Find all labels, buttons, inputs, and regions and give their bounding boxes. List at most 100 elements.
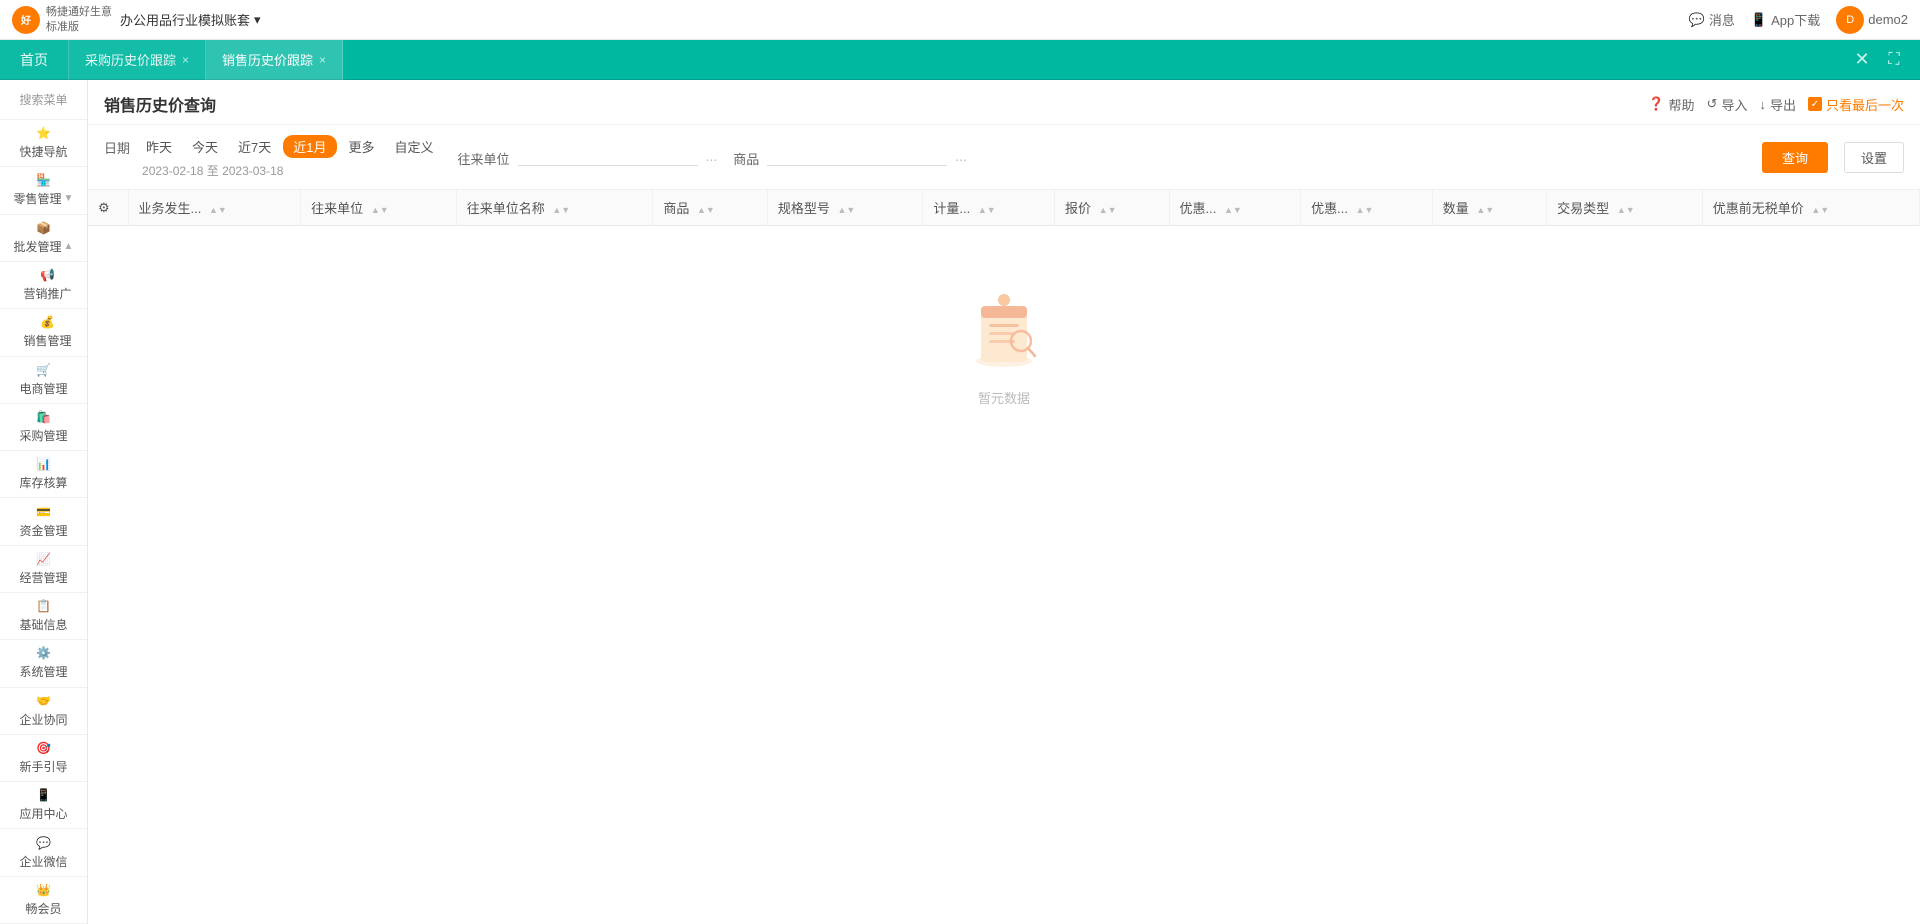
date-options-group: 昨天 今天 近7天 近1月 更多 自定义 2023-02-18 至 2023-0… [138, 135, 442, 179]
goods-input-group: ... [767, 146, 967, 166]
sidebar-item-operations[interactable]: 📈 经营管理 [0, 546, 87, 593]
topbar-left: 好 畅捷通好生意 标准版 办公用品行业模拟账套 ▾ [12, 5, 261, 34]
goods-input[interactable] [767, 146, 947, 166]
retail-icon: 🏪 [36, 173, 51, 187]
content-area: 销售历史价查询 ❓ 帮助 ↺ 导入 ↓ 导出 ✓ 只看最后一次 [88, 80, 1920, 924]
user-area[interactable]: D demo2 [1836, 6, 1908, 34]
import-icon: ↺ [1707, 96, 1718, 112]
th-spec[interactable]: 规格型号 ▲▼ [767, 190, 923, 226]
partner-input-group: ... [518, 146, 718, 166]
tab-home-label: 首页 [20, 50, 48, 70]
sidebar-item-newbie[interactable]: 🎯 新手引导 [0, 735, 87, 782]
app-download-btn[interactable]: 📱 App下载 [1751, 10, 1820, 29]
only-last-checkbox[interactable]: ✓ 只看最后一次 [1808, 95, 1904, 114]
close-window-btn[interactable]: ✕ [1848, 46, 1876, 74]
th-goods[interactable]: 商品 ▲▼ [653, 190, 767, 226]
th-trade-type[interactable]: 交易类型 ▲▼ [1547, 190, 1703, 226]
sales-icon: 💰 [40, 315, 55, 329]
date-opt-last1m[interactable]: 近1月 [283, 135, 336, 158]
partner-more-btn[interactable]: ... [706, 148, 718, 164]
th-unit[interactable]: 计量... ▲▼ [923, 190, 1055, 226]
main-layout: 搜索菜单 ⭐ 快捷导航 🏪 零售管理 ▼ 📦 批发管理 ▲ 📢 营销推广 💰 [0, 80, 1920, 924]
import-btn[interactable]: ↺ 导入 [1707, 95, 1748, 114]
th-discount2[interactable]: 优惠... ▲▼ [1301, 190, 1433, 226]
th-goods-label: 商品 [663, 201, 689, 216]
sort-arrows-discount2: ▲▼ [1356, 205, 1374, 215]
query-button[interactable]: 查询 [1762, 142, 1828, 173]
date-filter-group: 日期 昨天 今天 近7天 近1月 更多 自定义 2023-02-18 至 202… [104, 135, 442, 179]
th-partner-name[interactable]: 往来单位名称 ▲▼ [456, 190, 653, 226]
basic-icon: 📋 [36, 599, 51, 613]
message-btn[interactable]: 💬 消息 [1689, 10, 1735, 29]
th-discount1-label: 优惠... [1180, 201, 1217, 216]
th-qty-label: 数量 [1443, 201, 1469, 216]
tab-purchase-history-label: 采购历史价跟踪 [85, 50, 176, 69]
sidebar-item-purchase[interactable]: 🛍️ 采购管理 [0, 404, 87, 451]
sidebar-item-apps[interactable]: 📱 应用中心 [0, 782, 87, 829]
empty-state: 暂元数据 [88, 226, 1920, 467]
page-header: 销售历史价查询 ❓ 帮助 ↺ 导入 ↓ 导出 ✓ 只看最后一次 [88, 80, 1920, 125]
th-spec-label: 规格型号 [778, 201, 830, 216]
wholesale-icon: 📦 [36, 221, 51, 235]
sort-arrows-biz-date: ▲▼ [209, 205, 227, 215]
date-opt-last7[interactable]: 近7天 [230, 135, 279, 158]
export-btn[interactable]: ↓ 导出 [1759, 95, 1796, 114]
th-qty[interactable]: 数量 ▲▼ [1432, 190, 1546, 226]
date-label: 日期 [104, 135, 130, 157]
sidebar-item-system[interactable]: ⚙️ 系统管理 [0, 640, 87, 687]
sidebar-item-wechat[interactable]: 💬 企业微信 [0, 829, 87, 876]
sidebar: 搜索菜单 ⭐ 快捷导航 🏪 零售管理 ▼ 📦 批发管理 ▲ 📢 营销推广 💰 [0, 80, 88, 924]
settings-btn-wrapper: 设置 [1844, 142, 1904, 173]
sort-arrows-trade-type: ▲▼ [1617, 205, 1635, 215]
no-data-illustration [959, 286, 1049, 376]
vip-icon: 👑 [36, 883, 51, 897]
maximize-btn[interactable]: ⛶ [1880, 46, 1908, 74]
sidebar-item-sales[interactable]: 💰 销售管理 [0, 309, 87, 356]
th-discount1[interactable]: 优惠... ▲▼ [1169, 190, 1301, 226]
date-opt-yesterday[interactable]: 昨天 [138, 135, 180, 158]
date-opt-more[interactable]: 更多 [341, 135, 383, 158]
sidebar-item-retail[interactable]: 🏪 零售管理 ▼ [0, 167, 87, 214]
partner-input[interactable] [518, 146, 698, 166]
sidebar-item-ecommerce[interactable]: 🛒 电商管理 [0, 357, 87, 404]
table-gear-icon[interactable]: ⚙ [98, 200, 110, 215]
tab-purchase-history[interactable]: 采购历史价跟踪 × [69, 40, 206, 80]
sidebar-item-shortcuts[interactable]: ⭐ 快捷导航 [0, 120, 87, 167]
sort-arrows-quote: ▲▼ [1099, 205, 1117, 215]
sort-arrows-discount1: ▲▼ [1224, 205, 1242, 215]
tab-purchase-history-close[interactable]: × [182, 53, 189, 67]
logo-icon: 好 [12, 6, 40, 34]
export-icon: ↓ [1759, 97, 1766, 112]
th-pretax-price[interactable]: 优惠前无税单价 ▲▼ [1702, 190, 1919, 226]
sidebar-item-inventory[interactable]: 📊 库存核算 [0, 451, 87, 498]
search-menu-label: 搜索菜单 [19, 91, 67, 108]
tab-home[interactable]: 首页 [0, 40, 69, 80]
th-partner-code[interactable]: 往来单位 ▲▼ [301, 190, 457, 226]
app-selector[interactable]: 办公用品行业模拟账套 ▾ [120, 10, 261, 29]
sidebar-item-search[interactable]: 搜索菜单 [0, 80, 87, 120]
tab-sales-history-close[interactable]: × [319, 53, 326, 67]
date-opt-today[interactable]: 今天 [184, 135, 226, 158]
page-title: 销售历史价查询 [104, 92, 216, 116]
sidebar-item-basic[interactable]: 📋 基础信息 [0, 593, 87, 640]
th-quote[interactable]: 报价 ▲▼ [1055, 190, 1169, 226]
filter-right-actions: 查询 [1762, 142, 1828, 173]
sidebar-item-wholesale[interactable]: 📦 批发管理 ▲ [0, 215, 87, 262]
tab-sales-history[interactable]: 销售历史价跟踪 × [206, 40, 343, 80]
settings-button[interactable]: 设置 [1844, 142, 1904, 173]
help-btn[interactable]: ❓ 帮助 [1648, 95, 1694, 114]
chevron-down-icon: ▾ [254, 12, 261, 28]
sidebar-item-vip[interactable]: 👑 畅会员 [0, 877, 87, 924]
th-gear[interactable]: ⚙ [88, 190, 128, 226]
ecommerce-icon: 🛒 [36, 363, 51, 377]
sidebar-item-marketing[interactable]: 📢 营销推广 [0, 262, 87, 309]
sort-arrows-unit: ▲▼ [978, 205, 996, 215]
sidebar-item-corp[interactable]: 🤝 企业协同 [0, 688, 87, 735]
finance-icon: 💳 [36, 505, 51, 519]
goods-more-btn[interactable]: ... [955, 148, 967, 164]
date-opt-custom[interactable]: 自定义 [387, 135, 442, 158]
sidebar-item-finance[interactable]: 💳 资金管理 [0, 498, 87, 545]
th-biz-date[interactable]: 业务发生... ▲▼ [128, 190, 301, 226]
tab-sales-history-label: 销售历史价跟踪 [222, 50, 313, 69]
help-icon: ❓ [1648, 96, 1664, 112]
